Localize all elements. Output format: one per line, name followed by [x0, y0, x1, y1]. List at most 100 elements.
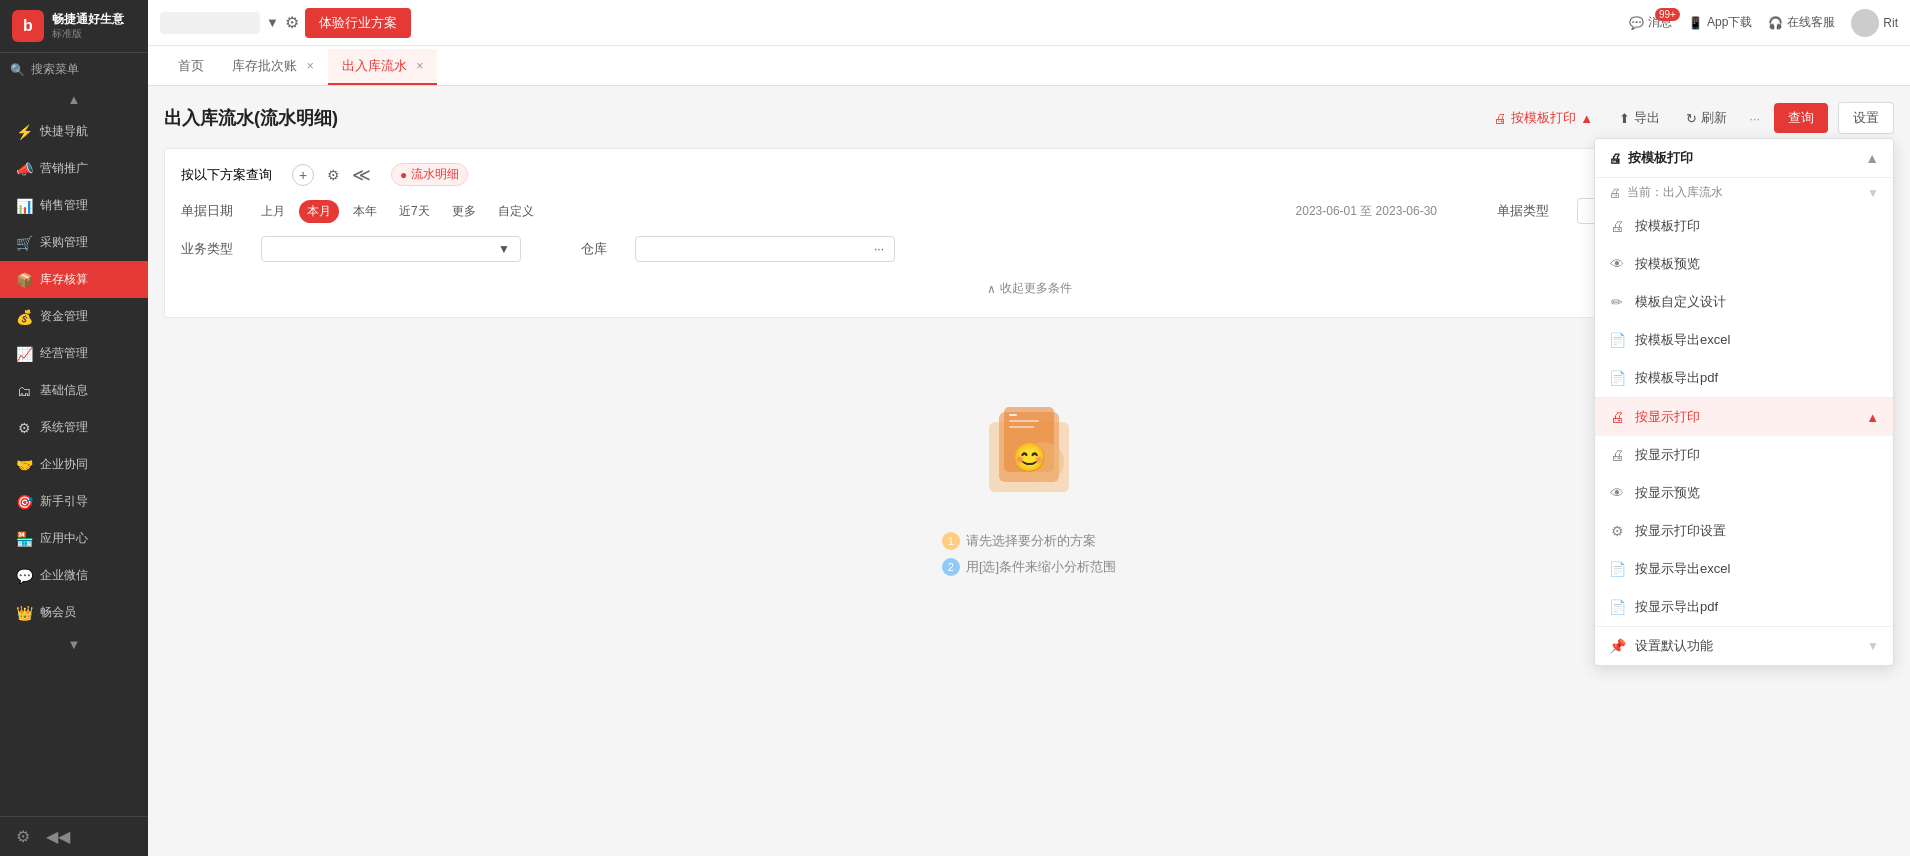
template-print-button[interactable]: 🖨 按模板打印 ▲ [1486, 105, 1601, 131]
svg-rect-3 [1009, 414, 1017, 416]
sidebar-item-label: 采购管理 [40, 234, 88, 251]
filter-add-button[interactable]: + [292, 164, 314, 186]
dropdown-collapse-arrow[interactable]: ▲ [1865, 150, 1879, 166]
date-range-display: 2023-06-01 至 2023-06-30 [1296, 203, 1437, 220]
dropdown-item-display-print[interactable]: 🖨 按显示打印 [1595, 436, 1893, 474]
message-button[interactable]: 💬 消息 99+ [1629, 14, 1672, 31]
sidebar-item-label: 新手引导 [40, 493, 88, 510]
excel-icon: 📄 [1609, 332, 1625, 348]
eye-icon: 👁 [1609, 256, 1625, 272]
sidebar-item-member[interactable]: 👑 畅会员 [0, 594, 148, 631]
sidebar-item-base[interactable]: 🗂 基础信息 [0, 372, 148, 409]
warehouse-more-icon[interactable]: ··· [874, 242, 884, 256]
query-button[interactable]: 查询 [1774, 103, 1828, 133]
pdf-icon: 📄 [1609, 370, 1625, 386]
collapse-label: 收起更多条件 [1000, 280, 1072, 297]
user-avatar-button[interactable]: Rit [1851, 9, 1898, 37]
dropdown-item-display-settings[interactable]: ⚙ 按显示打印设置 [1595, 512, 1893, 550]
tab-inout-flow-close[interactable]: × [416, 59, 423, 73]
collapse-sidebar-icon[interactable]: ◀◀ [46, 827, 70, 846]
dropdown-item-display-pdf[interactable]: 📄 按显示导出pdf [1595, 588, 1893, 626]
tab-inventory-batch-label: 库存批次账 [232, 58, 297, 73]
display-printer-icon: 🖨 [1609, 447, 1625, 463]
date-option-this-year[interactable]: 本年 [345, 200, 385, 223]
dropdown-item-display-preview[interactable]: 👁 按显示预览 [1595, 474, 1893, 512]
sidebar-item-sales[interactable]: 📊 销售管理 [0, 187, 148, 224]
dropdown-item-template-print[interactable]: 🖨 按模板打印 [1595, 207, 1893, 245]
sidebar-item-app-center[interactable]: 🏪 应用中心 [0, 520, 148, 557]
topbar-dropdown-arrow[interactable]: ▼ [266, 15, 279, 30]
sidebar-item-finance[interactable]: 💰 资金管理 [0, 298, 148, 335]
tab-inout-flow[interactable]: 出入库流水 × [328, 49, 438, 85]
sidebar-nav: ▲ ⚡ 快捷导航 📣 营销推广 📊 销售管理 🛒 采购管理 📦 库存核算 💰 资… [0, 86, 148, 816]
sidebar-scroll-down[interactable]: ▼ [0, 631, 148, 658]
refresh-button[interactable]: ↻ 刷新 [1678, 105, 1735, 131]
app-center-icon: 🏪 [16, 531, 32, 547]
date-option-7days[interactable]: 近7天 [391, 200, 438, 223]
sidebar-scroll-up[interactable]: ▲ [0, 86, 148, 113]
tab-inventory-batch-close[interactable]: × [307, 59, 314, 73]
dropdown-item-template-custom[interactable]: ✏ 模板自定义设计 [1595, 283, 1893, 321]
filter-collapse-icon[interactable]: ≪ [352, 164, 371, 186]
actions-more[interactable]: ··· [1749, 111, 1760, 126]
set-default-arrow: ▼ [1867, 639, 1879, 653]
export-label: 导出 [1634, 109, 1660, 127]
tab-inventory-batch[interactable]: 库存批次账 × [218, 49, 328, 85]
tab-inout-flow-label: 出入库流水 [342, 58, 407, 73]
sidebar-item-wechat[interactable]: 💬 企业微信 [0, 557, 148, 594]
sidebar-item-marketing[interactable]: 📣 营销推广 [0, 150, 148, 187]
online-service-label: 在线客服 [1787, 14, 1835, 31]
sidebar-logo-text: 畅捷通好生意 标准版 [52, 12, 124, 41]
topbar-breadcrumb: ▼ ⚙ 体验行业方案 [160, 8, 1621, 38]
dropdown-item-set-default[interactable]: 📌 设置默认功能 ▼ [1595, 627, 1893, 665]
search-icon: 🔍 [10, 63, 25, 77]
dropdown-item-template-excel[interactable]: 📄 按模板导出excel [1595, 321, 1893, 359]
page-actions: 🖨 按模板打印 ▲ ⬆ 导出 ↻ 刷新 ··· 查询 设置 [1486, 102, 1894, 134]
collapse-arrow-icon: ∧ [987, 282, 996, 296]
date-option-custom[interactable]: 自定义 [490, 200, 542, 223]
dropdown-item-display-excel[interactable]: 📄 按显示导出excel [1595, 550, 1893, 588]
printer-icon-header: 🖨 [1609, 151, 1622, 166]
business-type-select[interactable]: ▼ [261, 236, 521, 262]
sidebar-item-enterprise[interactable]: 🤝 企业协同 [0, 446, 148, 483]
industry-solution-button[interactable]: 体验行业方案 [305, 8, 411, 38]
app-download-button[interactable]: 📱 App下载 [1688, 14, 1752, 31]
date-field-label: 单据日期 [181, 202, 233, 220]
online-service-button[interactable]: 🎧 在线客服 [1768, 14, 1835, 31]
sidebar-item-label: 库存核算 [40, 271, 88, 288]
date-option-this-month[interactable]: 本月 [299, 200, 339, 223]
page-header: 出入库流水(流水明细) 🖨 按模板打印 ▲ ⬆ 导出 ↻ 刷新 ··· 查询 设… [164, 102, 1894, 134]
dropdown-item-template-pdf[interactable]: 📄 按模板导出pdf [1595, 359, 1893, 397]
warehouse-select[interactable]: ··· [635, 236, 895, 262]
sidebar-item-inventory[interactable]: 📦 库存核算 [0, 261, 148, 298]
enterprise-icon: 🤝 [16, 457, 32, 473]
warehouse-label: 仓库 [581, 240, 607, 258]
marketing-icon: 📣 [16, 161, 32, 177]
sidebar-item-guide[interactable]: 🎯 新手引导 [0, 483, 148, 520]
settings-button[interactable]: 设置 [1838, 102, 1894, 134]
sidebar-item-label: 畅会员 [40, 604, 76, 621]
export-button[interactable]: ⬆ 导出 [1611, 105, 1668, 131]
filter-settings-icon[interactable]: ⚙ [322, 164, 344, 186]
sidebar-item-quick-nav[interactable]: ⚡ 快捷导航 [0, 113, 148, 150]
sidebar-item-purchase[interactable]: 🛒 采购管理 [0, 224, 148, 261]
date-option-last-month[interactable]: 上月 [253, 200, 293, 223]
topbar-search-input[interactable] [160, 12, 260, 34]
display-pdf-icon: 📄 [1609, 599, 1625, 615]
quick-nav-icon: ⚡ [16, 124, 32, 140]
filter-sub-tag[interactable]: ● 流水明细 [391, 163, 468, 186]
dropdown-item-template-preview[interactable]: 👁 按模板预览 [1595, 245, 1893, 283]
sales-icon: 📊 [16, 198, 32, 214]
tab-home[interactable]: 首页 [164, 49, 218, 85]
page-content: 出入库流水(流水明细) 🖨 按模板打印 ▲ ⬆ 导出 ↻ 刷新 ··· 查询 设… [148, 86, 1910, 856]
tip2-number: 2 [942, 558, 960, 576]
sidebar-search[interactable]: 🔍 搜索菜单 [0, 53, 148, 86]
business-type-arrow: ▼ [498, 242, 510, 256]
sidebar-item-operation[interactable]: 📈 经营管理 [0, 335, 148, 372]
settings-icon[interactable]: ⚙ [16, 827, 30, 846]
dropdown-header: 🖨 按模板打印 ▲ [1595, 139, 1893, 178]
filter-scheme-label: 按以下方案查询 [181, 166, 272, 184]
sidebar-item-system[interactable]: ⚙ 系统管理 [0, 409, 148, 446]
date-option-more[interactable]: 更多 [444, 200, 484, 223]
topbar-gear-icon[interactable]: ⚙ [285, 13, 299, 32]
